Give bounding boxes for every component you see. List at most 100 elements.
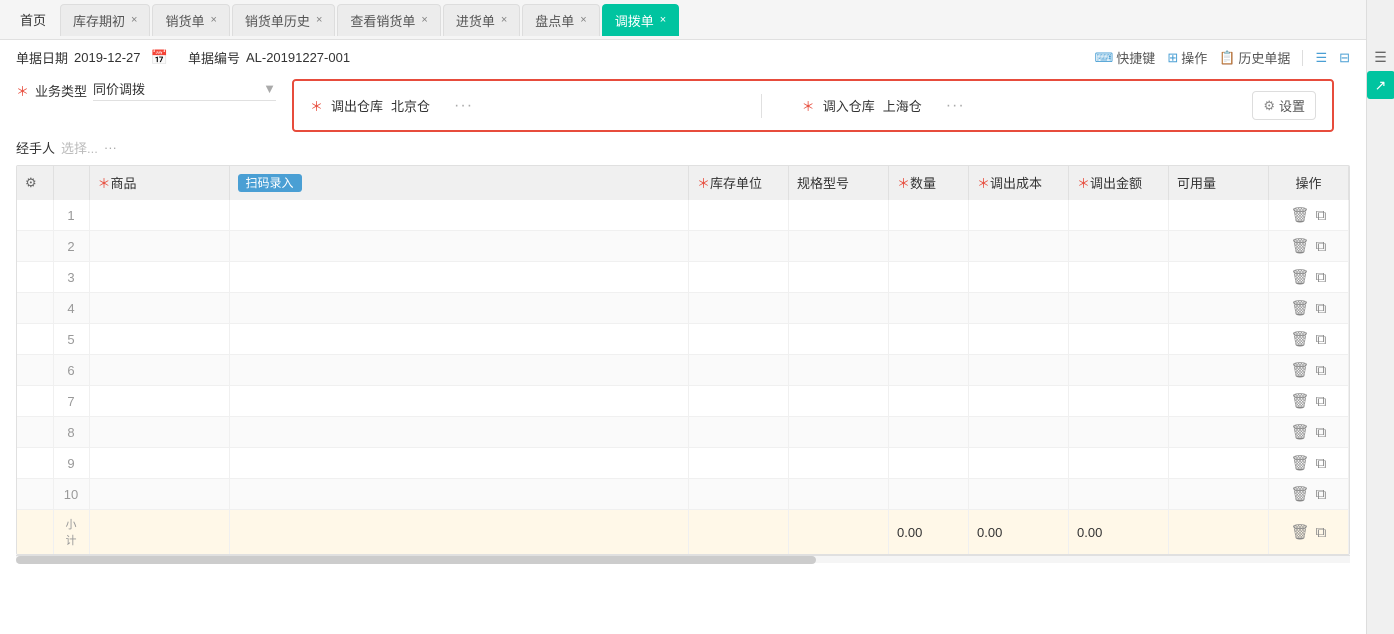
delete-icon-2[interactable]: 🗑 [1291,237,1310,255]
delete-icon-7[interactable]: 🗑 [1291,392,1310,410]
td-available-8[interactable] [1169,417,1269,448]
copy-icon-1[interactable]: ⧉ [1316,207,1327,224]
td-qty-8[interactable] [889,417,969,448]
copy-icon-10[interactable]: ⧉ [1316,486,1327,503]
copy-icon-3[interactable]: ⧉ [1316,269,1327,286]
td-unit-2[interactable] [689,231,789,262]
td-cost-9[interactable] [969,448,1069,479]
td-spec-4[interactable] [789,293,889,324]
history-btn[interactable]: 📋 历史单据 [1219,48,1290,67]
shortcut-btn[interactable]: ⌨ 快捷键 [1095,48,1156,67]
tab-inventory-init[interactable]: 库存期初 × [60,4,150,36]
td-qty-9[interactable] [889,448,969,479]
td-product-9[interactable] [89,448,229,479]
td-qty-2[interactable] [889,231,969,262]
td-spec-9[interactable] [789,448,889,479]
td-cost-11[interactable]: 0.00 [969,510,1069,555]
td-amount-9[interactable] [1069,448,1169,479]
td-available-3[interactable] [1169,262,1269,293]
tab-transfer[interactable]: 调拨单 × [602,4,679,36]
td-product-8[interactable] [89,417,229,448]
td-spec-2[interactable] [789,231,889,262]
sidebar-export-icon[interactable]: ↗ [1367,71,1394,99]
td-unit-11[interactable] [689,510,789,555]
operation-btn[interactable]: ⊞ 操作 [1167,48,1207,67]
close-icon[interactable]: × [131,14,137,26]
td-product-11[interactable] [89,510,229,555]
delete-icon-10[interactable]: 🗑 [1291,485,1310,503]
td-product-1[interactable] [89,200,229,231]
td-cost-8[interactable] [969,417,1069,448]
td-available-11[interactable] [1169,510,1269,555]
business-type-selector[interactable]: 同价调拨 ▼ [93,79,276,101]
td-available-7[interactable] [1169,386,1269,417]
warehouse-in-ellipsis[interactable]: ··· [946,97,965,115]
tab-home[interactable]: 首页 [8,10,58,29]
td-spec-6[interactable] [789,355,889,386]
copy-icon-6[interactable]: ⧉ [1316,362,1327,379]
td-amount-7[interactable] [1069,386,1169,417]
copy-icon-9[interactable]: ⧉ [1316,455,1327,472]
td-amount-11[interactable]: 0.00 [1069,510,1169,555]
td-amount-10[interactable] [1069,479,1169,510]
handler-input[interactable]: 选择... [61,138,98,157]
td-amount-3[interactable] [1069,262,1169,293]
td-available-4[interactable] [1169,293,1269,324]
td-unit-3[interactable] [689,262,789,293]
td-amount-1[interactable] [1069,200,1169,231]
td-amount-2[interactable] [1069,231,1169,262]
td-qty-7[interactable] [889,386,969,417]
delete-icon-6[interactable]: 🗑 [1291,361,1310,379]
copy-icon-11[interactable]: ⧉ [1316,524,1327,541]
close-icon[interactable]: × [316,14,322,26]
td-available-10[interactable] [1169,479,1269,510]
copy-icon-4[interactable]: ⧉ [1316,300,1327,317]
td-unit-1[interactable] [689,200,789,231]
copy-icon-5[interactable]: ⧉ [1316,331,1327,348]
td-qty-5[interactable] [889,324,969,355]
horizontal-scrollbar[interactable] [16,555,1350,563]
td-qty-6[interactable] [889,355,969,386]
td-spec-11[interactable] [789,510,889,555]
warehouse-out-value[interactable]: 北京仓 [391,96,430,115]
td-cost-2[interactable] [969,231,1069,262]
sidebar-list-icon[interactable]: ☰ [1369,45,1393,69]
td-product-2[interactable] [89,231,229,262]
td-available-6[interactable] [1169,355,1269,386]
td-unit-4[interactable] [689,293,789,324]
scrollbar-thumb[interactable] [16,556,816,564]
close-icon[interactable]: × [210,14,216,26]
delete-icon-9[interactable]: 🗑 [1291,454,1310,472]
td-unit-5[interactable] [689,324,789,355]
td-amount-6[interactable] [1069,355,1169,386]
td-qty-11[interactable]: 0.00 [889,510,969,555]
delete-icon-8[interactable]: 🗑 [1291,423,1310,441]
td-available-1[interactable] [1169,200,1269,231]
tab-view-sales[interactable]: 查看销货单 × [337,4,440,36]
list-view-btn[interactable]: ☰ [1315,50,1327,66]
td-qty-3[interactable] [889,262,969,293]
scan-button[interactable]: 扫码录入 [238,174,302,192]
td-cost-5[interactable] [969,324,1069,355]
copy-icon-7[interactable]: ⧉ [1316,393,1327,410]
tab-purchase[interactable]: 进货单 × [443,4,520,36]
th-settings[interactable]: ⚙ [17,166,53,200]
delete-icon-3[interactable]: 🗑 [1291,268,1310,286]
td-cost-3[interactable] [969,262,1069,293]
calendar-icon[interactable]: 📅 [151,49,168,66]
td-product-7[interactable] [89,386,229,417]
td-unit-8[interactable] [689,417,789,448]
delete-icon-11[interactable]: 🗑 [1291,523,1310,541]
handler-ellipsis[interactable]: ··· [104,140,117,155]
td-product-5[interactable] [89,324,229,355]
td-product-6[interactable] [89,355,229,386]
td-amount-4[interactable] [1069,293,1169,324]
grid-view-btn[interactable]: ⊟ [1339,50,1350,66]
copy-icon-2[interactable]: ⧉ [1316,238,1327,255]
close-icon[interactable]: × [421,14,427,26]
td-qty-10[interactable] [889,479,969,510]
close-icon[interactable]: × [660,14,666,26]
td-cost-6[interactable] [969,355,1069,386]
td-available-2[interactable] [1169,231,1269,262]
dropdown-icon[interactable]: ▼ [263,81,276,96]
